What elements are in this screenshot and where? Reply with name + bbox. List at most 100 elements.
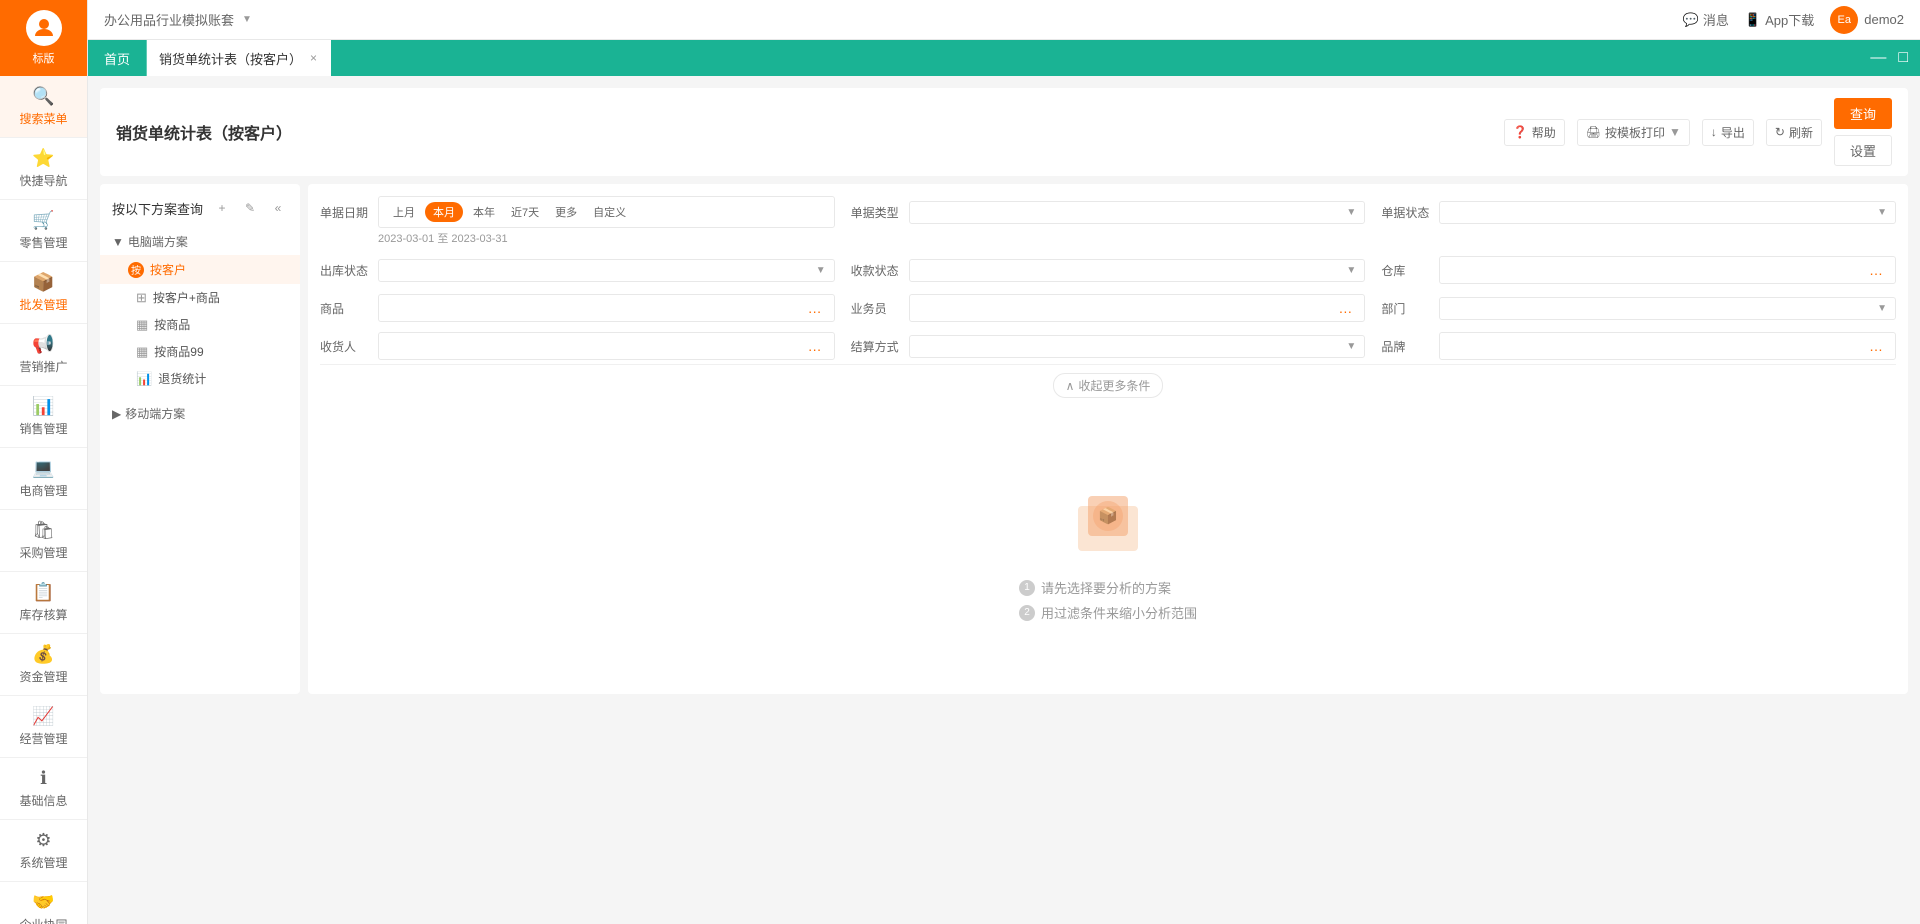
app-name-area[interactable]: 办公用品行业模拟账套 ▼ [104, 10, 252, 29]
ecommerce-icon: 💻 [32, 458, 54, 479]
message-btn[interactable]: 💬 消息 [1683, 10, 1729, 29]
storage-label: 出库状态 [320, 262, 370, 279]
sidebar-item-marketing[interactable]: 📢 营销推广 [0, 324, 87, 386]
settings-btn[interactable]: 设置 [1834, 135, 1892, 166]
app-dropdown-icon[interactable]: ▼ [242, 14, 252, 25]
app-download-btn[interactable]: 📱 App下载 [1745, 10, 1814, 29]
template-print-btn[interactable]: 🖨 按模板打印 ▼ [1577, 119, 1690, 146]
empty-illustration: 📦 [1058, 466, 1158, 566]
sidebar-item-label: 批发管理 [19, 296, 67, 313]
product-dots[interactable]: … [804, 300, 826, 316]
export-btn[interactable]: ↓ 导出 [1702, 119, 1754, 146]
sidebar-item-cooperation[interactable]: 🤝 企业协同 [0, 882, 87, 924]
sidebar-item-label: 搜索菜单 [19, 110, 67, 127]
page-title: 销货单统计表（按客户） [116, 120, 292, 144]
date-btn-last-month[interactable]: 上月 [387, 202, 421, 222]
product-select[interactable]: … [378, 294, 835, 322]
sidebar-logo[interactable]: 标版 [0, 0, 88, 76]
desktop-section-label: 电脑端方案 [128, 233, 188, 250]
sidebar-item-wholesale[interactable]: 📦 批发管理 [0, 262, 87, 324]
sidebar-item-label: 快捷导航 [19, 172, 67, 189]
storage-select[interactable]: ▼ [378, 259, 835, 282]
message-label: 消息 [1703, 10, 1729, 29]
salesperson-select[interactable]: … [909, 294, 1366, 322]
tree-item-product[interactable]: ▦ 按商品 [100, 311, 300, 338]
sidebar-item-finance[interactable]: 💰 资金管理 [0, 634, 87, 696]
tree-sub-label: 按客户+商品 [153, 289, 220, 306]
date-shortcuts: 上月 本月 本年 近7天 更多 自定义 [387, 202, 826, 222]
sidebar-item-label: 资金管理 [19, 668, 67, 685]
sidebar-item-shortcut[interactable]: ⭐ 快捷导航 [0, 138, 87, 200]
date-btn-custom[interactable]: 自定义 [587, 202, 632, 222]
order-status-select[interactable]: ▼ [1439, 201, 1896, 224]
finance-icon: 💰 [32, 644, 54, 665]
mobile-section: ▶ 移动端方案 [100, 396, 300, 431]
table-icon: ▦ [136, 317, 148, 333]
mobile-section-header[interactable]: ▶ 移动端方案 [100, 400, 300, 427]
inventory-icon: 📋 [32, 582, 54, 603]
date-btn-this-year[interactable]: 本年 [467, 202, 501, 222]
consignee-dots[interactable]: … [804, 338, 826, 354]
filter-form: 单据日期 上月 本月 本年 近7天 更多 自定义 [320, 196, 1896, 360]
payment-select[interactable]: ▼ [909, 259, 1366, 282]
date-btn-more[interactable]: 更多 [549, 202, 583, 222]
system-icon: ⚙ [35, 830, 51, 851]
sidebar-item-search[interactable]: 🔍 搜索菜单 [0, 76, 87, 138]
tree-item-product99[interactable]: ▦ 按商品99 [100, 338, 300, 365]
collapse-chevron-icon: ∧ [1066, 379, 1075, 393]
desktop-section-header[interactable]: ▼ 电脑端方案 [100, 228, 300, 255]
order-type-select[interactable]: ▼ [909, 201, 1366, 224]
dept-select[interactable]: ▼ [1439, 297, 1896, 320]
tab-minimize-btn[interactable]: — [1866, 46, 1890, 70]
content-layout: 按以下方案查询 + ✎ « ▼ 电脑端方案 按 按客户 ⊞ [100, 184, 1908, 694]
empty-step2: 2 用过滤条件来缩小分析范围 [1019, 603, 1197, 622]
brand-dots[interactable]: … [1865, 338, 1887, 354]
date-btn-7days[interactable]: 近7天 [505, 202, 545, 222]
salesperson-dots[interactable]: … [1334, 300, 1356, 316]
filter-row-settlement: 结算方式 ▼ [851, 332, 1366, 360]
sidebar-item-basic[interactable]: ℹ 基础信息 [0, 758, 87, 820]
warehouse-select[interactable]: … [1439, 256, 1896, 284]
tab-close-btn[interactable]: × [308, 49, 319, 67]
tree-item-customer-product[interactable]: ⊞ 按客户+商品 [100, 284, 300, 311]
active-tab-label: 销货单统计表（按客户） [159, 49, 302, 68]
tab-active[interactable]: 销货单统计表（按客户） × [147, 40, 331, 76]
tree-item-customer[interactable]: 按 按客户 [100, 255, 300, 284]
tree-item-return-stats[interactable]: 📊 退货统计 [100, 365, 300, 392]
mobile-section-label: 移动端方案 [125, 405, 185, 422]
help-label: 帮助 [1532, 124, 1556, 141]
message-icon: 💬 [1683, 12, 1699, 28]
filter-row-order-status: 单据状态 ▼ [1381, 196, 1896, 228]
help-btn[interactable]: ❓ 帮助 [1504, 119, 1565, 146]
date-input[interactable]: 上月 本月 本年 近7天 更多 自定义 [378, 196, 835, 228]
sidebar-item-purchase[interactable]: 🛍 采购管理 [0, 510, 87, 572]
collapse-conditions-btn[interactable]: ∧ 收起更多条件 [1053, 373, 1164, 398]
settlement-select[interactable]: ▼ [909, 335, 1366, 358]
panel-collapse-btn[interactable]: « [268, 198, 288, 218]
avatar: Ea [1830, 6, 1858, 34]
panel-add-btn[interactable]: + [212, 198, 232, 218]
sidebar-item-label: 经营管理 [19, 730, 67, 747]
salesperson-label: 业务员 [851, 300, 901, 317]
sidebar-item-operations[interactable]: 📈 经营管理 [0, 696, 87, 758]
main-content: 办公用品行业模拟账套 ▼ 💬 消息 📱 App下载 Ea demo2 首页 [88, 0, 1920, 924]
consignee-select[interactable]: … [378, 332, 835, 360]
marketing-icon: 📢 [32, 334, 54, 355]
sidebar-item-ecommerce[interactable]: 💻 电商管理 [0, 448, 87, 510]
sidebar-item-inventory[interactable]: 📋 库存核算 [0, 572, 87, 634]
chart-icon: 📊 [136, 371, 152, 387]
tree-sub-label: 按商品 [154, 316, 190, 333]
sidebar-item-system[interactable]: ⚙ 系统管理 [0, 820, 87, 882]
warehouse-dots[interactable]: … [1865, 262, 1887, 278]
user-profile-btn[interactable]: Ea demo2 [1830, 6, 1904, 34]
date-btn-this-month[interactable]: 本月 [425, 202, 463, 222]
date-label: 单据日期 [320, 204, 370, 221]
tab-maximize-btn[interactable]: □ [1894, 46, 1912, 70]
brand-select[interactable]: … [1439, 332, 1896, 360]
panel-edit-btn[interactable]: ✎ [240, 198, 260, 218]
sidebar-item-retail[interactable]: 🛒 零售管理 [0, 200, 87, 262]
refresh-btn[interactable]: ↻ 刷新 [1766, 119, 1822, 146]
sidebar-item-sales[interactable]: 📊 销售管理 [0, 386, 87, 448]
tab-home[interactable]: 首页 [88, 40, 147, 76]
query-btn[interactable]: 查询 [1834, 98, 1892, 129]
